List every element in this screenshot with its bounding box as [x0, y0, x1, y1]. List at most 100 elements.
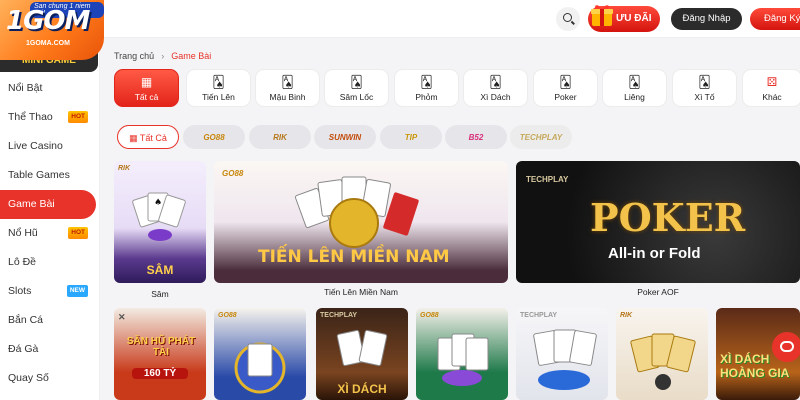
- breadcrumb-home[interactable]: Trang chủ: [114, 51, 154, 61]
- login-button[interactable]: Đăng Nhập: [671, 8, 742, 30]
- sidebar-item-da-ga[interactable]: Đá Gà: [0, 335, 100, 364]
- cards-icon: [336, 329, 388, 367]
- provider-logo: TECHPLAY: [526, 175, 569, 184]
- tab-label: Tất cả: [134, 92, 159, 102]
- grid-icon: ▦: [140, 75, 153, 89]
- provider-all[interactable]: ▦ Tất Cả: [117, 125, 179, 149]
- tab-mau-binh[interactable]: 🂡 Mậu Binh: [255, 69, 320, 107]
- tab-label: Sâm Lốc: [339, 92, 374, 102]
- tab-poker[interactable]: 🂡 Poker: [533, 69, 598, 107]
- tab-xi-dach[interactable]: 🂡 Xì Dách: [463, 69, 528, 107]
- sidebar-item-live-casino[interactable]: Live Casino: [0, 132, 100, 161]
- provider-tip[interactable]: TIP: [380, 125, 442, 149]
- tab-khac[interactable]: ⚄ Khác: [742, 69, 800, 107]
- cards-icon: 🂡: [420, 75, 433, 89]
- tab-phom[interactable]: 🂡 Phỏm: [394, 69, 459, 107]
- cards-icon: 🂡: [350, 75, 363, 89]
- game-title: Sâm: [151, 289, 169, 299]
- brand-logo-text: 1GOM: [6, 6, 90, 36]
- provider-logo: TIP: [404, 133, 418, 142]
- game-card-go88-3[interactable]: GO88: [416, 308, 508, 400]
- game-title: Poker AOF: [637, 287, 679, 297]
- chat-support-button[interactable]: [772, 332, 800, 362]
- sidebar-item-no-hu[interactable]: Nổ Hũ HOT: [0, 219, 100, 248]
- provider-sunwin[interactable]: SUNWIN: [314, 125, 376, 149]
- brand-logo[interactable]: San chung 1 niem vui! 1GOM 1GOMA.COM: [0, 0, 104, 60]
- tab-label: Poker: [554, 92, 577, 102]
- cards-icon: 🂡: [489, 75, 502, 89]
- sidebar-item-label: Nổ Hũ: [8, 227, 38, 239]
- provider-rik[interactable]: RIK: [249, 125, 311, 149]
- breadcrumb-current: Game Bài: [171, 51, 212, 61]
- provider-b52[interactable]: B52: [445, 125, 507, 149]
- game-art-title: POKER: [590, 195, 746, 240]
- game-card-tien-len-mien-nam[interactable]: GO88 TIẾN LÊN MIỀN NAM: [214, 161, 508, 283]
- sidebar-item-label: Lô Đề: [8, 256, 37, 268]
- svg-text:♠: ♠: [154, 198, 162, 208]
- cards-icon: 🂡: [212, 75, 225, 89]
- sidebar-item-the-thao[interactable]: Thể Thao HOT: [0, 103, 100, 132]
- grid-icon: ▦: [129, 133, 140, 143]
- sidebar-nav: Nổi Bật Thể Thao HOT Live Casino Table Ga…: [0, 74, 100, 393]
- tab-label: Xì Dách: [480, 92, 511, 102]
- register-button[interactable]: Đăng Ký: [750, 8, 800, 30]
- brand-url: 1GOMA.COM: [26, 40, 70, 47]
- game-title: Tiến Lên Miền Nam: [324, 287, 398, 297]
- game-card-techplay-2[interactable]: TECHPLAY: [516, 308, 608, 400]
- game-card-xi-dach[interactable]: TECHPLAY XÌ DÁCH: [316, 308, 408, 400]
- sidebar-item-game-bai[interactable]: Game Bài: [0, 190, 96, 219]
- provider-logo: B52: [468, 133, 484, 142]
- cards-icon: [437, 333, 489, 386]
- sidebar-item-table-games[interactable]: Table Games: [0, 161, 100, 190]
- sidebar-item-slots[interactable]: Slots NEW: [0, 277, 100, 306]
- provider-logo: SUNWIN: [328, 133, 362, 142]
- game-card-go88-2[interactable]: GO88: [214, 308, 306, 400]
- tab-sam-loc[interactable]: 🂡 Sâm Lốc: [324, 69, 389, 107]
- tab-tat-ca[interactable]: ▦ Tất cả: [114, 69, 179, 107]
- sidebar-item-quay-so[interactable]: Quay Số: [0, 364, 100, 393]
- game-art-subtitle: All-in or Fold: [608, 245, 701, 262]
- game-card-sam[interactable]: RIK ♠ SÂM: [114, 161, 206, 283]
- provider-logo: RIK: [273, 133, 287, 142]
- cards-icon: [533, 329, 597, 390]
- dice-icon: ⚄: [766, 75, 778, 89]
- chevron-right-icon: ›: [161, 51, 165, 61]
- provider-logo: GO88: [218, 312, 237, 319]
- provider-go88[interactable]: GO88: [183, 125, 245, 149]
- sidebar-item-label: Game Bài: [8, 198, 55, 210]
- game-art-title: SÂM: [146, 263, 174, 277]
- game-card-rik-2[interactable]: RIK: [616, 308, 708, 400]
- tab-xi-to[interactable]: 🂡 Xì Tố: [672, 69, 737, 107]
- chat-icon: [780, 341, 794, 352]
- cards-icon: 🂡: [698, 75, 711, 89]
- game-art-title: TIẾN LÊN MIỀN NAM: [258, 247, 450, 267]
- breadcrumb: Trang chủ › Game Bài: [114, 51, 211, 61]
- cards-icon: 🂡: [281, 75, 294, 89]
- provider-techplay[interactable]: TECHPLAY: [510, 125, 572, 149]
- cards-icon: ♠: [132, 192, 186, 241]
- tab-label: Tiến Lên: [202, 92, 235, 102]
- tab-lieng[interactable]: 🂡 Liêng: [602, 69, 667, 107]
- provider-logo: GO88: [420, 312, 439, 319]
- tab-tien-len[interactable]: 🂡 Tiến Lên: [186, 69, 251, 107]
- tab-label: Mậu Binh: [269, 92, 306, 102]
- cards-icon: 🂡: [559, 75, 572, 89]
- tab-label: Khác: [762, 92, 782, 102]
- sidebar-item-lo-de[interactable]: Lô Đề: [0, 248, 100, 277]
- sidebar-item-label: Bắn Cá: [8, 314, 44, 326]
- provider-logo: GO88: [222, 169, 244, 178]
- hot-badge: HOT: [68, 227, 88, 239]
- sidebar-item-label: Thể Thao: [8, 111, 53, 123]
- provider-logo: TECHPLAY: [520, 312, 558, 319]
- cards-icon: [234, 342, 286, 394]
- close-icon[interactable]: ✕: [118, 312, 126, 323]
- game-art-subtitle: 160 TỶ: [132, 368, 188, 379]
- provider-label: Tất Cả: [139, 133, 167, 143]
- game-card-san-hu[interactable]: ✕ SĂN HŨ PHÁT TÀI 160 TỶ: [114, 308, 206, 400]
- sidebar-item-noi-bat[interactable]: Nổi Bật: [0, 74, 100, 103]
- sidebar-item-ban-ca[interactable]: Bắn Cá: [0, 306, 100, 335]
- game-card-poker-aof[interactable]: TECHPLAY POKER All-in or Fold: [516, 161, 800, 283]
- search-button[interactable]: [556, 7, 580, 31]
- sidebar-item-label: Live Casino: [8, 140, 63, 152]
- provider-logo: GO88: [203, 133, 225, 142]
